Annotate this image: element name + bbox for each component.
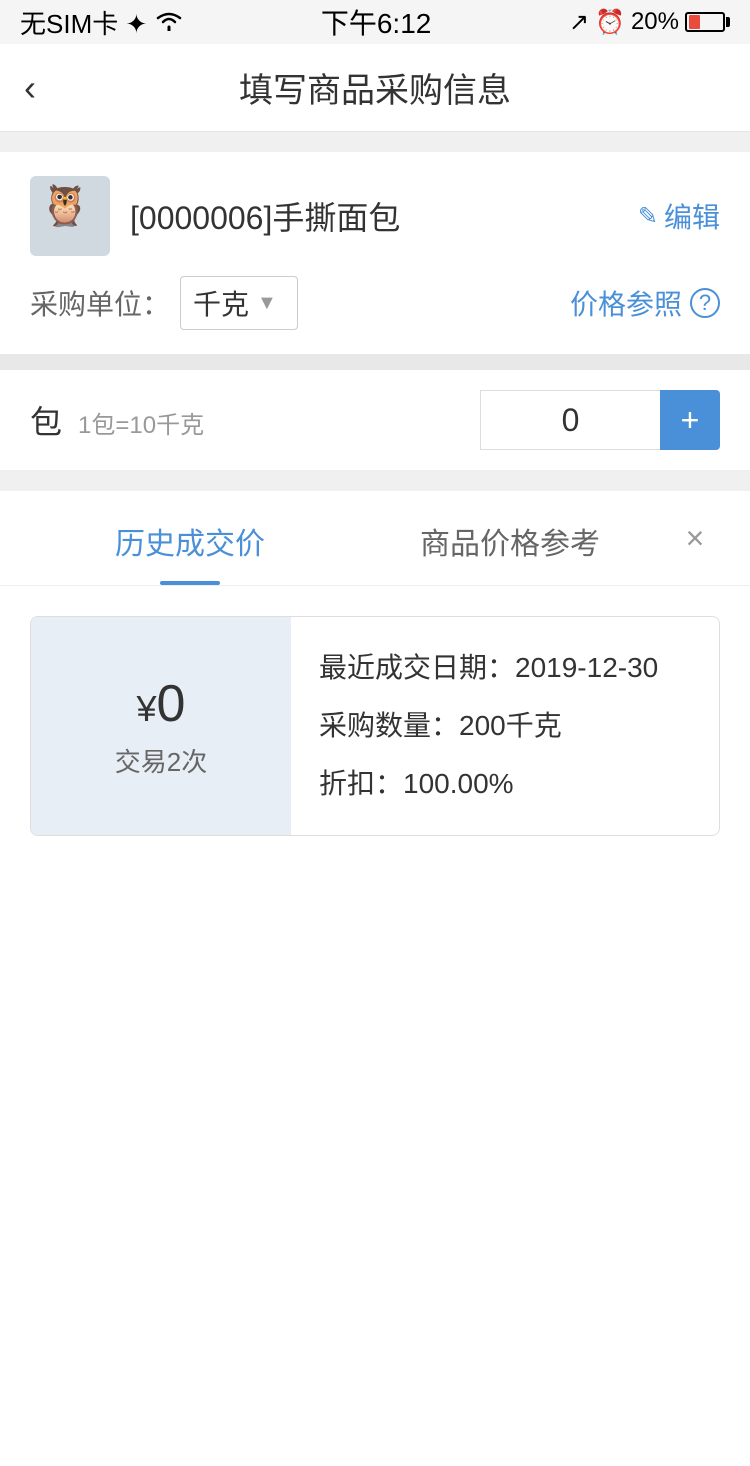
price-ref-label: 价格参照 <box>570 283 682 323</box>
unit-label: 采购单位： <box>30 283 170 323</box>
price-qty-row: 采购数量：200千克 <box>319 705 691 747</box>
wifi-icon <box>155 7 183 38</box>
bottom-area <box>0 866 750 1466</box>
qty-label-group: 包 1包=10千克 <box>30 397 204 443</box>
qty-conversion: 1包=10千克 <box>78 405 204 440</box>
currency-symbol: ¥ <box>137 688 157 729</box>
tab-close-button[interactable]: × <box>670 513 720 563</box>
product-image-icon: 🦉 <box>40 184 90 228</box>
nav-bar: ‹ 填写商品采购信息 <box>0 44 750 132</box>
tab-product-price-ref[interactable]: 商品价格参考 <box>350 491 670 585</box>
location-icon: ↗ <box>569 8 589 37</box>
status-time: 下午6:12 <box>321 2 432 42</box>
price-card-right: 最近成交日期：2019-12-30 采购数量：200千克 折扣：100.00% <box>291 617 719 835</box>
history-content: ¥0 交易2次 最近成交日期：2019-12-30 采购数量：200千克 折扣：… <box>0 586 750 866</box>
status-bar: 无SIM卡 ✦ 下午6:12 ↗ ⏰ 20% <box>0 0 750 44</box>
alarm-icon: ⏰ <box>595 8 625 37</box>
qty-input-group: 0 + <box>480 390 720 450</box>
product-card: 🦉 [0000006]手撕面包 ✎ 编辑 采购单位： 千克 ▼ 价格参照 ? <box>0 152 750 354</box>
tab-section: 历史成交价 商品价格参考 × ¥0 交易2次 最近成交日期：2019-12-30… <box>0 491 750 866</box>
product-name: [0000006]手撕面包 <box>130 193 400 239</box>
tab-header: 历史成交价 商品价格参考 × <box>0 491 750 586</box>
discount-value: 100.00% <box>403 768 514 799</box>
qty-input[interactable]: 0 <box>480 390 660 450</box>
carrier-text: 无SIM卡 ✦ <box>20 4 147 41</box>
product-thumbnail: 🦉 <box>30 176 110 256</box>
qty-plus-button[interactable]: + <box>660 390 720 450</box>
product-unit-row: 采购单位： 千克 ▼ 价格参照 ? <box>30 276 720 330</box>
tab-history-price[interactable]: 历史成交价 <box>30 491 350 585</box>
qty-value: 200千克 <box>459 710 562 741</box>
help-icon: ? <box>690 288 720 318</box>
battery-icon <box>685 12 730 32</box>
price-number: 0 <box>157 675 186 733</box>
price-ref-button[interactable]: 价格参照 ? <box>570 283 720 323</box>
price-value: ¥0 <box>137 674 186 734</box>
discount-label: 折扣： <box>319 768 403 799</box>
quantity-row: 包 1包=10千克 0 + <box>0 370 750 471</box>
date-label: 最近成交日期： <box>319 652 515 683</box>
product-left: 🦉 [0000006]手撕面包 <box>30 176 400 256</box>
status-carrier: 无SIM卡 ✦ <box>20 4 183 41</box>
back-button[interactable]: ‹ <box>24 67 36 109</box>
edit-button[interactable]: ✎ 编辑 <box>638 196 720 236</box>
product-header: 🦉 [0000006]手撕面包 ✎ 编辑 <box>30 176 720 256</box>
page-title: 填写商品采购信息 <box>239 63 511 112</box>
qty-unit-name: 包 <box>30 397 62 443</box>
unit-dropdown-icon: ▼ <box>257 292 277 315</box>
qty-label: 采购数量： <box>319 710 459 741</box>
unit-value: 千克 <box>193 283 249 323</box>
section-divider <box>0 354 750 370</box>
status-right: ↗ ⏰ 20% <box>569 8 730 37</box>
price-date-row: 最近成交日期：2019-12-30 <box>319 647 691 689</box>
edit-icon: ✎ <box>638 202 658 231</box>
date-value: 2019-12-30 <box>515 652 658 683</box>
price-card: ¥0 交易2次 最近成交日期：2019-12-30 采购数量：200千克 折扣：… <box>30 616 720 836</box>
edit-label: 编辑 <box>664 196 720 236</box>
price-card-left: ¥0 交易2次 <box>31 617 291 835</box>
price-trades: 交易2次 <box>115 742 207 779</box>
unit-select[interactable]: 千克 ▼ <box>180 276 298 330</box>
price-discount-row: 折扣：100.00% <box>319 763 691 805</box>
battery-pct: 20% <box>631 8 679 36</box>
